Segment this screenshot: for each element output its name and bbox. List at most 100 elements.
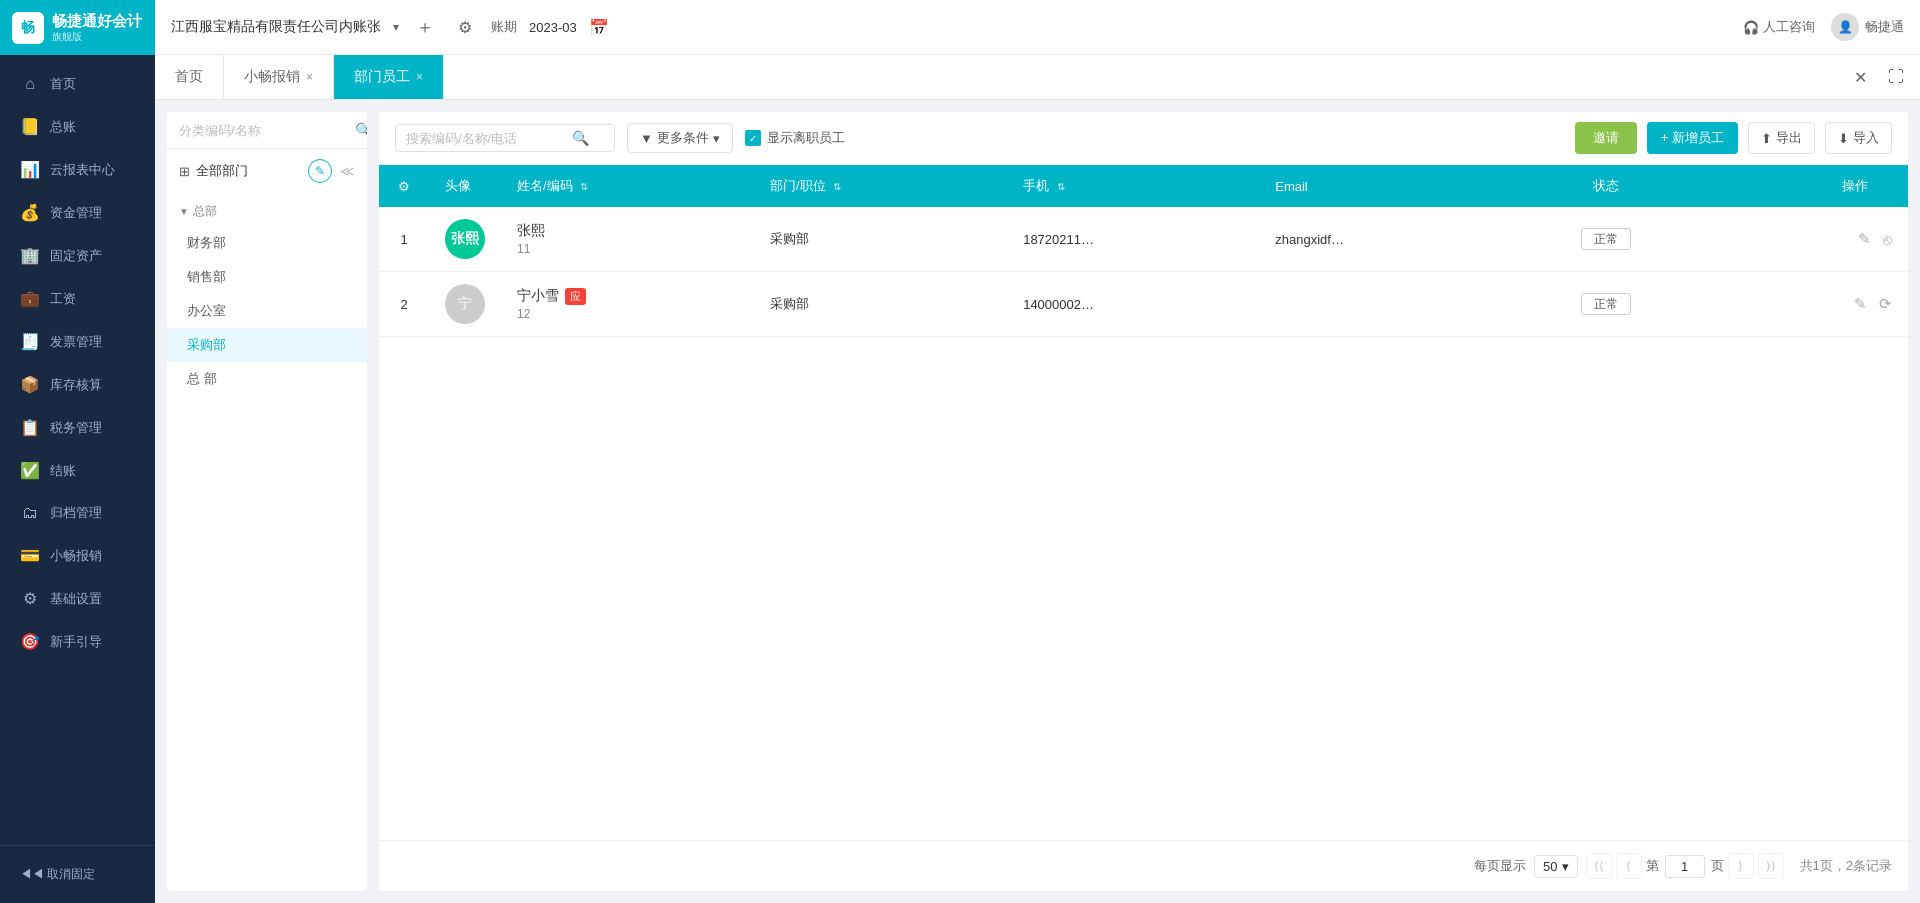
dept-node-caiwubu[interactable]: 财务部 bbox=[167, 226, 367, 260]
nav-icon-expense2: 💳 bbox=[20, 546, 40, 565]
tab-close-panel-button[interactable]: ✕ bbox=[1846, 63, 1874, 91]
nav-icon-settings: ⚙ bbox=[20, 589, 40, 608]
add-employee-button[interactable]: + 新增员工 bbox=[1647, 122, 1738, 154]
edit-icon-1[interactable]: ✎ bbox=[1858, 230, 1871, 248]
avatar: 👤 bbox=[1831, 13, 1859, 41]
next-page-button[interactable]: ⟩ bbox=[1728, 853, 1754, 879]
top-bar: 江西服宝精品有限责任公司内账张 ▾ ＋ ⚙ 账期 2023-03 📅 🎧 人工咨… bbox=[155, 0, 1920, 55]
calendar-icon[interactable]: 📅 bbox=[589, 18, 609, 37]
sidebar-item-inventory[interactable]: 📦 库存核算 bbox=[0, 363, 155, 406]
cancel-fixed-button[interactable]: ◀◀ 取消固定 bbox=[0, 856, 155, 893]
dept-cell-1: 采购部 bbox=[754, 207, 1007, 272]
edit-icon-2[interactable]: ✎ bbox=[1854, 295, 1867, 313]
table-row: 2 宁 宁小雪 应 bbox=[379, 272, 1908, 337]
dept-search-input[interactable] bbox=[179, 123, 347, 138]
app-logo: 畅 畅捷通好会计 旗舰版 bbox=[0, 0, 155, 55]
nav-label-inventory: 库存核算 bbox=[50, 376, 102, 394]
export-icon: ⬆ bbox=[1761, 131, 1772, 146]
sort-name-icon: ⇅ bbox=[580, 181, 588, 192]
col-settings[interactable]: ⚙ bbox=[379, 165, 429, 207]
emp-name-2: 宁小雪 应 bbox=[517, 287, 738, 305]
employee-search-input[interactable] bbox=[406, 131, 566, 146]
status-badge-1: 正常 bbox=[1581, 228, 1631, 250]
dept-header: ⊞ 全部部门 ✎ ≪ bbox=[167, 149, 367, 193]
chevron-down-icon: ▾ bbox=[713, 131, 720, 146]
tab-expense[interactable]: 小畅报销 × bbox=[224, 55, 334, 99]
export-button[interactable]: ⬆ 导出 bbox=[1748, 122, 1815, 154]
sidebar-item-reports[interactable]: 📊云报表中心 bbox=[0, 148, 155, 191]
dept-node-caigoubu[interactable]: 采购部 bbox=[167, 328, 367, 362]
sidebar-item-tax[interactable]: 📋税务管理 bbox=[0, 406, 155, 449]
sidebar-item-expense2[interactable]: 💳小畅报销 bbox=[0, 534, 155, 577]
nav-icon-home: ⌂ bbox=[20, 75, 40, 93]
add-company-button[interactable]: ＋ bbox=[411, 13, 439, 41]
per-page-label: 每页显示 bbox=[1474, 857, 1526, 875]
user-info[interactable]: 👤 畅捷通 bbox=[1831, 13, 1904, 41]
nav-label-tax: 税务管理 bbox=[50, 419, 102, 437]
sidebar-item-home[interactable]: ⌂首页 bbox=[0, 63, 155, 105]
period-value: 2023-03 bbox=[529, 20, 577, 35]
sidebar-item-archive[interactable]: 🗂归档管理 bbox=[0, 492, 155, 534]
first-page-button[interactable]: ⟨⟨ bbox=[1586, 853, 1612, 879]
dept-collapse-button[interactable]: ≪ bbox=[340, 163, 355, 179]
nav-icon-inventory: 📦 bbox=[20, 375, 40, 394]
nav-label-archive: 归档管理 bbox=[50, 504, 102, 522]
dept-edit-button[interactable]: ✎ bbox=[308, 159, 332, 183]
sidebar-item-salary[interactable]: 💼工资 bbox=[0, 277, 155, 320]
col-name-code[interactable]: 姓名/编码 ⇅ bbox=[501, 165, 754, 207]
email-cell-2 bbox=[1259, 272, 1506, 337]
total-info: 共1页，2条记录 bbox=[1800, 857, 1892, 875]
col-phone[interactable]: 手机 ⇅ bbox=[1007, 165, 1259, 207]
dept-node-bangongshi[interactable]: 办公室 bbox=[167, 294, 367, 328]
tab-expense-close[interactable]: × bbox=[306, 70, 313, 84]
col-dept-position[interactable]: 部门/职位 ⇅ bbox=[754, 165, 1007, 207]
more-filter-button[interactable]: ▼ 更多条件 ▾ bbox=[627, 123, 733, 153]
sidebar-item-settings[interactable]: ⚙ 基础设置 bbox=[0, 577, 155, 620]
ying-tag: 应 bbox=[565, 288, 586, 305]
nav-label-general-ledger: 总账 bbox=[50, 118, 76, 136]
delete-icon-2[interactable]: ⟳ bbox=[1879, 295, 1892, 313]
invite-button[interactable]: 邀请 bbox=[1575, 122, 1637, 154]
tab-dept-employee[interactable]: 部门员工 × bbox=[334, 55, 444, 99]
dept-node-zong-bu[interactable]: 总 部 bbox=[167, 362, 367, 396]
sidebar-item-fixed-assets[interactable]: 🏢固定资产 bbox=[0, 234, 155, 277]
employee-table-wrapper: ⚙ 头像 姓名/编码 ⇅ 部门/职位 ⇅ bbox=[379, 165, 1908, 840]
nav-label-settings: 基础设置 bbox=[50, 590, 102, 608]
sidebar-item-general-ledger[interactable]: 📒总账 bbox=[0, 105, 155, 148]
row-number-1: 1 bbox=[379, 207, 429, 272]
tab-dept-close[interactable]: × bbox=[416, 70, 423, 84]
page-body: 🔍 ⊞ 全部部门 ✎ ≪ ▼ 总部 财务部 销售部 bbox=[155, 100, 1920, 903]
dept-node-xiaoshoubu[interactable]: 销售部 bbox=[167, 260, 367, 294]
headset-icon: 🎧 bbox=[1743, 20, 1759, 35]
table-header: ⚙ 头像 姓名/编码 ⇅ 部门/职位 ⇅ bbox=[379, 165, 1908, 207]
tab-home[interactable]: 首页 bbox=[155, 55, 224, 99]
left-panel: 🔍 ⊞ 全部部门 ✎ ≪ ▼ 总部 财务部 销售部 bbox=[167, 112, 367, 891]
sidebar-item-guide[interactable]: 🎯新手引导 bbox=[0, 620, 155, 663]
show-resigned-checkbox[interactable]: ✓ bbox=[745, 130, 761, 146]
sidebar-item-settlement[interactable]: ✅结账 bbox=[0, 449, 155, 492]
tab-expand-button[interactable]: ⛶ bbox=[1882, 63, 1910, 91]
show-resigned-checkbox-label[interactable]: ✓ 显示离职员工 bbox=[745, 129, 845, 147]
logout-icon-1[interactable]: ⎋ bbox=[1883, 231, 1892, 248]
show-resigned-label: 显示离职员工 bbox=[767, 129, 845, 147]
chevron-down-icon: ▾ bbox=[1562, 859, 1569, 874]
service-button[interactable]: 🎧 人工咨询 bbox=[1743, 18, 1815, 36]
company-dropdown-button[interactable]: ▾ bbox=[393, 20, 399, 34]
last-page-button[interactable]: ⟩⟩ bbox=[1758, 853, 1784, 879]
sidebar-item-invoice[interactable]: 🧾发票管理 bbox=[0, 320, 155, 363]
topbar-settings-button[interactable]: ⚙ bbox=[451, 13, 479, 41]
nav-icon-reports: 📊 bbox=[20, 160, 40, 179]
dept-search-icon[interactable]: 🔍 bbox=[355, 122, 367, 138]
dept-node-zongbu[interactable]: ▼ 总部 bbox=[167, 197, 367, 226]
emp-code-1: 11 bbox=[517, 242, 738, 256]
prev-page-button[interactable]: ⟨ bbox=[1616, 853, 1642, 879]
avatar-cell-1: 张熙 bbox=[429, 207, 501, 272]
employee-search-icon[interactable]: 🔍 bbox=[572, 130, 589, 146]
main-content: 江西服宝精品有限责任公司内账张 ▾ ＋ ⚙ 账期 2023-03 📅 🎧 人工咨… bbox=[155, 0, 1920, 903]
col-status: 状态 bbox=[1506, 165, 1707, 207]
import-button[interactable]: ⬇ 导入 bbox=[1825, 122, 1892, 154]
sidebar-item-funds[interactable]: 💰资金管理 bbox=[0, 191, 155, 234]
per-page-select[interactable]: 50 ▾ bbox=[1534, 855, 1577, 878]
page-number-input[interactable] bbox=[1665, 855, 1705, 878]
dept-tree: ▼ 总部 财务部 销售部 办公室 采购部 总 部 bbox=[167, 193, 367, 891]
